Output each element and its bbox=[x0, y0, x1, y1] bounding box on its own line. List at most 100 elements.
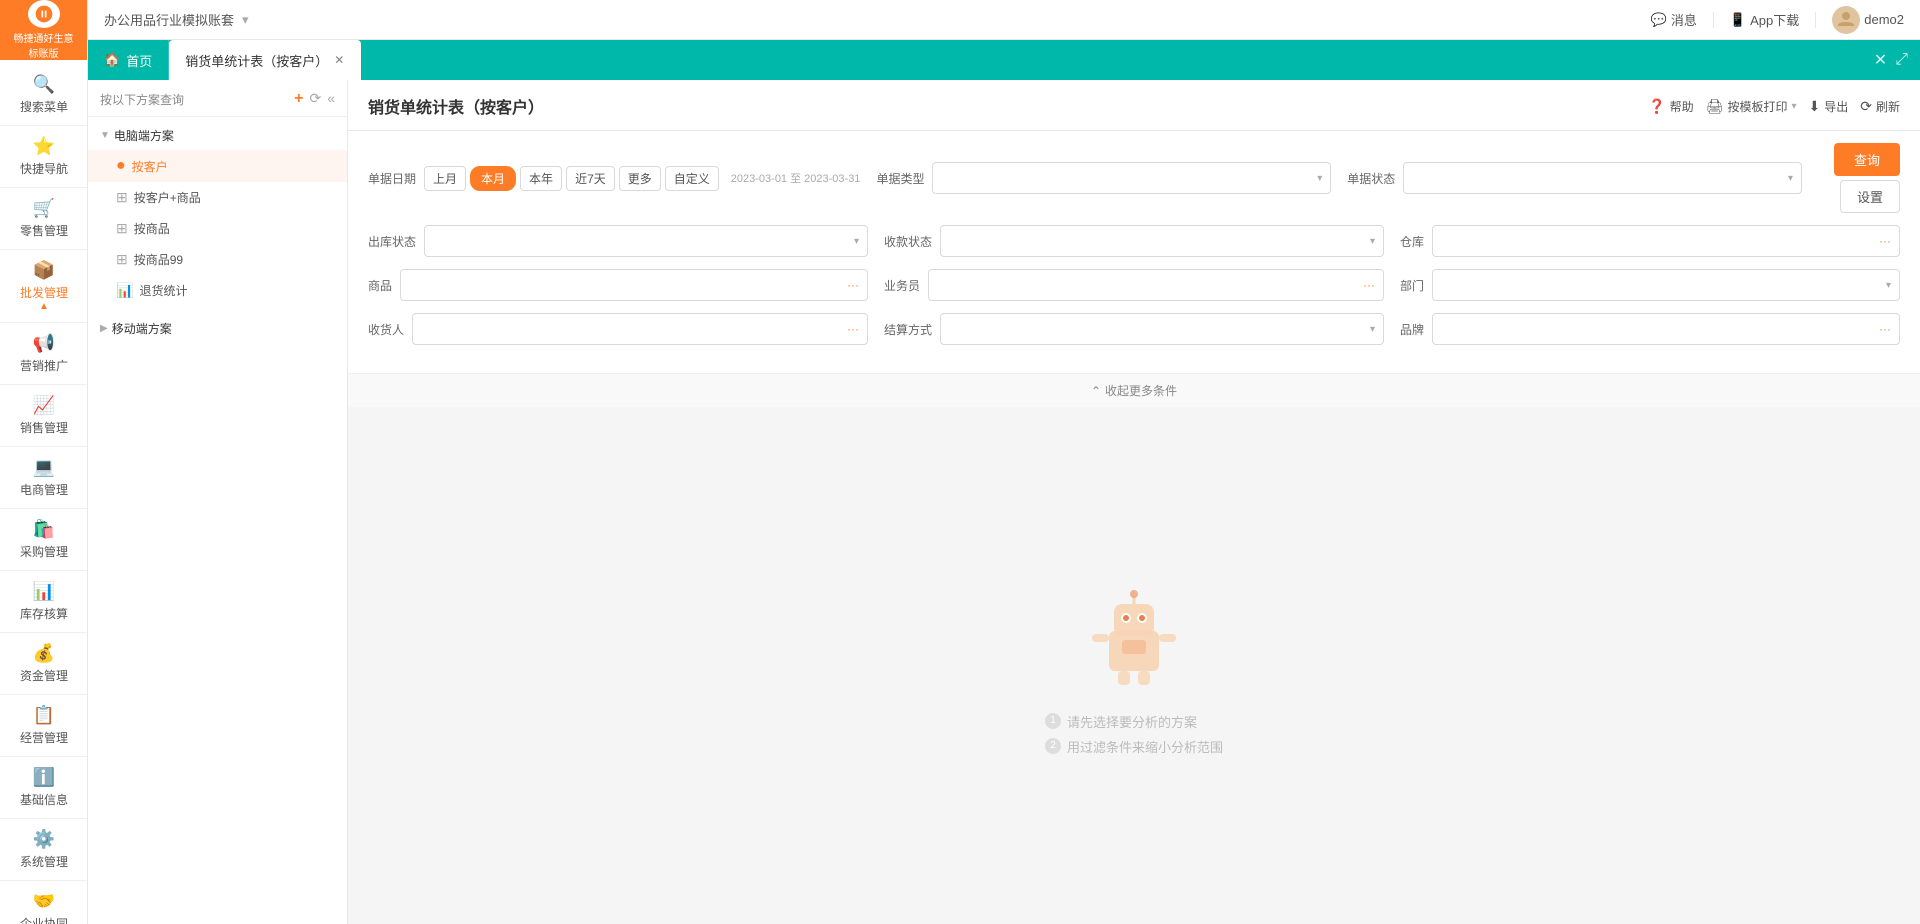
order-status-chevron-icon: ▾ bbox=[1788, 173, 1793, 184]
sidebar-item-finance[interactable]: 💰 资金管理 bbox=[0, 633, 88, 695]
sidebar-item-search-label: 搜索菜单 bbox=[20, 98, 68, 115]
collapse-label: 收起更多条件 bbox=[1105, 382, 1177, 399]
tab-home[interactable]: 🏠 首页 bbox=[88, 40, 169, 80]
out-status-select[interactable]: ▾ bbox=[424, 225, 868, 257]
sidebar: 畅捷通好生意 标账版 🔍 搜索菜单 ⭐ 快捷导航 🛒 零售管理 📦 批发管理 ▲… bbox=[0, 0, 88, 924]
main-area: 办公用品行业模拟账套 ▾ 💬 消息 📱 App下载 demo2 bbox=[88, 0, 1920, 924]
mobile-scheme-group-title[interactable]: ▶ 移动端方案 bbox=[88, 314, 347, 343]
basic-icon: ℹ️ bbox=[33, 767, 55, 788]
date-btn-this-month[interactable]: 本月 bbox=[470, 166, 516, 191]
sidebar-item-operation[interactable]: 📋 经营管理 bbox=[0, 695, 88, 757]
user-menu-button[interactable]: demo2 bbox=[1832, 6, 1904, 34]
scheme-item-by-customer-goods[interactable]: ⊞ 按客户+商品 bbox=[88, 182, 347, 213]
empty-tip-1-text: 请先选择要分析的方案 bbox=[1067, 712, 1197, 731]
date-btn-last-month[interactable]: 上月 bbox=[424, 166, 466, 191]
salesperson-select[interactable]: ··· bbox=[928, 269, 1384, 301]
sidebar-item-sales-label: 销售管理 bbox=[20, 419, 68, 436]
scheme-item-by-goods[interactable]: ⊞ 按商品 bbox=[88, 213, 347, 244]
sidebar-item-purchase[interactable]: 🛍️ 采购管理 bbox=[0, 509, 88, 571]
settings-button[interactable]: 设置 bbox=[1840, 180, 1900, 213]
customer-scheme-icon: ● bbox=[116, 157, 126, 175]
salesperson-label: 业务员 bbox=[884, 277, 920, 294]
sidebar-item-basic-label: 基础信息 bbox=[20, 791, 68, 808]
salesperson-more-icon[interactable]: ··· bbox=[1363, 278, 1375, 292]
tab-sales-stat-label: 销货单统计表（按客户） bbox=[185, 51, 328, 70]
scheme-item-refund-stat[interactable]: 📊 退货统计 bbox=[88, 275, 347, 306]
sidebar-item-inventory[interactable]: 📊 库存核算 bbox=[0, 571, 88, 633]
tab-home-label: 首页 bbox=[126, 51, 152, 70]
tab-fullscreen-icon[interactable]: ⤢ bbox=[1895, 51, 1908, 69]
consignee-select[interactable]: ··· bbox=[412, 313, 868, 345]
goods-filter: 商品 ··· bbox=[368, 269, 868, 301]
refresh-button[interactable]: ⟳ 刷新 bbox=[1860, 98, 1900, 115]
tab-close-icon[interactable]: ✕ bbox=[334, 53, 344, 67]
tip-num-2: 2 bbox=[1045, 738, 1061, 754]
query-button[interactable]: 查询 bbox=[1834, 143, 1900, 176]
help-button[interactable]: ❓ 帮助 bbox=[1648, 98, 1693, 115]
warehouse-label: 仓库 bbox=[1400, 233, 1424, 250]
collapse-arrow-icon: ⌃ bbox=[1091, 384, 1101, 398]
export-icon: ⬇ bbox=[1809, 98, 1821, 115]
department-select[interactable]: ▾ bbox=[1432, 269, 1900, 301]
date-btn-this-year[interactable]: 本年 bbox=[520, 166, 562, 191]
sidebar-item-sales[interactable]: 📈 销售管理 bbox=[0, 385, 88, 447]
app-download-button[interactable]: 📱 App下载 bbox=[1730, 10, 1799, 29]
purchase-icon: 🛍️ bbox=[33, 519, 55, 540]
operation-icon: 📋 bbox=[33, 705, 55, 726]
export-button[interactable]: ⬇ 导出 bbox=[1809, 98, 1849, 115]
warehouse-more-icon[interactable]: ··· bbox=[1879, 234, 1891, 248]
tab-close-all-icon[interactable]: ✕ bbox=[1874, 50, 1887, 70]
goods-more-icon[interactable]: ··· bbox=[847, 278, 859, 292]
desktop-scheme-group-title[interactable]: ▼ 电脑端方案 bbox=[88, 121, 347, 150]
print-button[interactable]: 🖨 按模板打印 ▾ bbox=[1706, 98, 1797, 115]
date-btn-group: 上月 本月 本年 近7天 更多 自定义 bbox=[424, 166, 719, 191]
order-type-select[interactable]: ▾ bbox=[932, 162, 1331, 194]
top-header: 办公用品行业模拟账套 ▾ 💬 消息 📱 App下载 demo2 bbox=[88, 0, 1920, 40]
sidebar-item-marketing[interactable]: 📢 营销推广 bbox=[0, 323, 88, 385]
salesperson-filter: 业务员 ··· bbox=[884, 269, 1384, 301]
date-btn-last-7-days[interactable]: 近7天 bbox=[566, 166, 615, 191]
order-status-select[interactable]: ▾ bbox=[1403, 162, 1802, 194]
scheme-item-by-customer[interactable]: ● 按客户 bbox=[88, 150, 347, 182]
add-scheme-button[interactable]: + bbox=[294, 90, 303, 108]
brand-more-icon[interactable]: ··· bbox=[1879, 322, 1891, 336]
scheme-item-by-goods-99-label: 按商品99 bbox=[134, 251, 183, 268]
sidebar-item-quick-nav[interactable]: ⭐ 快捷导航 bbox=[0, 126, 88, 188]
customer-goods-scheme-icon: ⊞ bbox=[116, 189, 128, 206]
refresh-scheme-button[interactable]: ⟳ bbox=[309, 90, 321, 108]
tab-sales-stat[interactable]: 销货单统计表（按客户） ✕ bbox=[169, 40, 361, 80]
sidebar-item-cooperation[interactable]: 🤝 企业协同 bbox=[0, 881, 88, 924]
sidebar-item-wholesale[interactable]: 📦 批发管理 ▲ bbox=[0, 250, 88, 323]
scheme-item-by-goods-99[interactable]: ⊞ 按商品99 bbox=[88, 244, 347, 275]
message-button[interactable]: 💬 消息 bbox=[1651, 10, 1697, 29]
tab-bar: 🏠 首页 销货单统计表（按客户） ✕ ✕ ⤢ bbox=[88, 40, 1920, 80]
sidebar-item-cooperation-label: 企业协同 bbox=[20, 915, 68, 924]
payment-status-select[interactable]: ▾ bbox=[940, 225, 1384, 257]
consignee-filter: 收货人 ··· bbox=[368, 313, 868, 345]
consignee-more-icon[interactable]: ··· bbox=[847, 322, 859, 336]
filter-section: 单据日期 上月 本月 本年 近7天 更多 自定义 2023-03-01 至 20… bbox=[348, 131, 1920, 373]
sidebar-item-system[interactable]: ⚙️ 系统管理 bbox=[0, 819, 88, 881]
collapse-panel-button[interactable]: « bbox=[327, 90, 335, 108]
settlement-label: 结算方式 bbox=[884, 321, 932, 338]
date-btn-more[interactable]: 更多 bbox=[619, 166, 661, 191]
sidebar-item-marketing-label: 营销推广 bbox=[20, 357, 68, 374]
content-area: 按以下方案查询 + ⟳ « ▼ 电脑端方案 ● 按客户 ⊞ bbox=[88, 80, 1920, 924]
settlement-chevron-icon: ▾ bbox=[1370, 324, 1375, 335]
warehouse-select[interactable]: ··· bbox=[1432, 225, 1900, 257]
page-header: 销货单统计表（按客户） ❓ 帮助 🖨 按模板打印 ▾ ⬇ bbox=[348, 80, 1920, 131]
workspace-selector[interactable]: 办公用品行业模拟账套 ▾ bbox=[104, 10, 249, 29]
sidebar-item-retail[interactable]: 🛒 零售管理 bbox=[0, 188, 88, 250]
collapse-filter-button[interactable]: ⌃ 收起更多条件 bbox=[348, 373, 1920, 407]
filter-row-3: 商品 ··· 业务员 ··· 部门 bbox=[368, 269, 1900, 301]
settlement-filter: 结算方式 ▾ bbox=[884, 313, 1384, 345]
goods-select[interactable]: ··· bbox=[400, 269, 868, 301]
settlement-select[interactable]: ▾ bbox=[940, 313, 1384, 345]
brand-select[interactable]: ··· bbox=[1432, 313, 1900, 345]
sidebar-item-search[interactable]: 🔍 搜索菜单 bbox=[0, 64, 88, 126]
sidebar-item-ecommerce[interactable]: 💻 电商管理 bbox=[0, 447, 88, 509]
payment-status-filter: 收款状态 ▾ bbox=[884, 225, 1384, 257]
out-status-label: 出库状态 bbox=[368, 233, 416, 250]
date-btn-custom[interactable]: 自定义 bbox=[665, 166, 719, 191]
sidebar-item-basic[interactable]: ℹ️ 基础信息 bbox=[0, 757, 88, 819]
